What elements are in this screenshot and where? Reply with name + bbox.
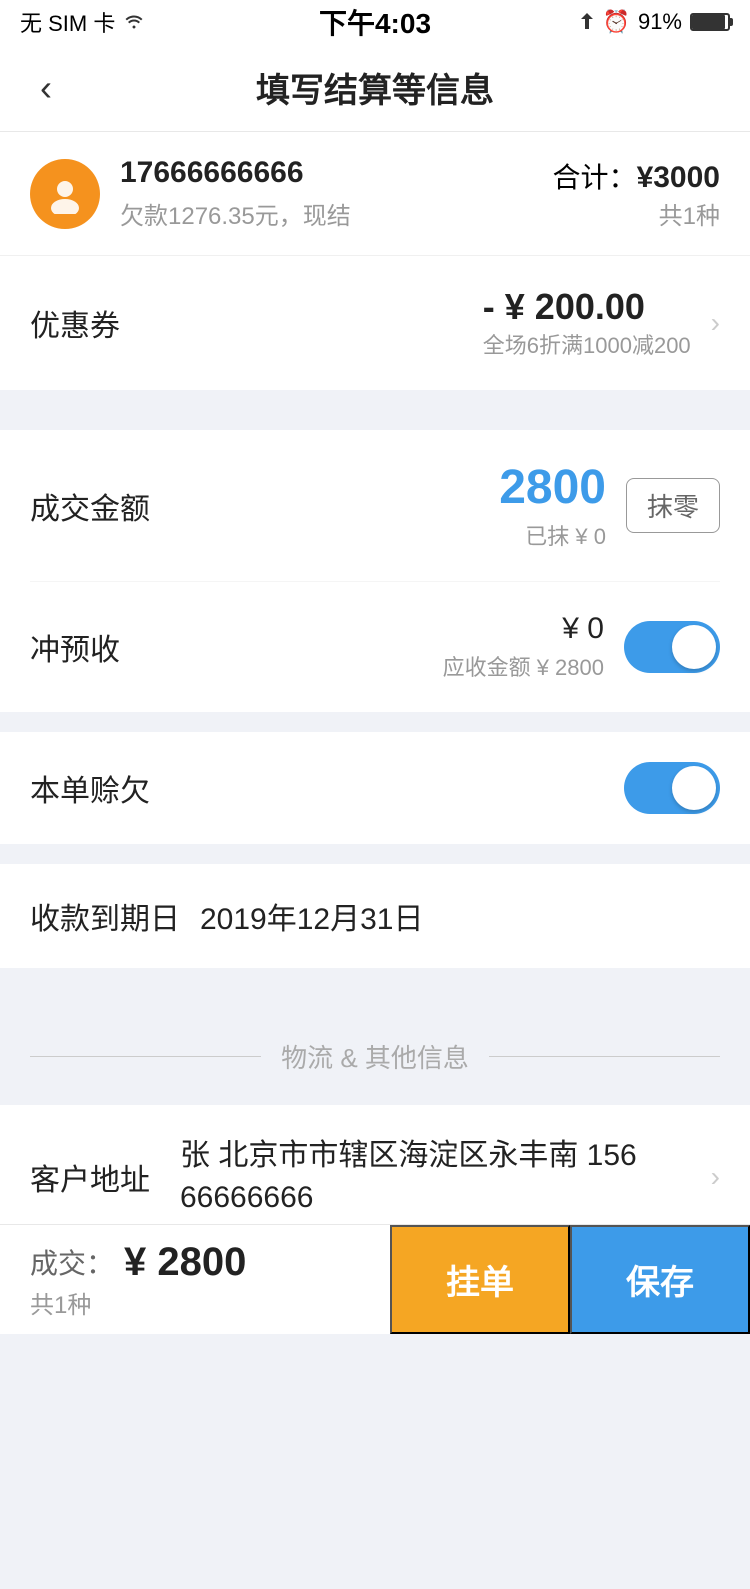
hang-order-button[interactable]: 挂单: [390, 1225, 570, 1334]
address-chevron-icon: ›: [711, 1161, 720, 1193]
coupon-right: - ¥ 200.00 全场6折满1000减200 ›: [483, 286, 720, 360]
header-line-right: [489, 1056, 720, 1057]
debt-section: 本单赊欠: [0, 732, 750, 844]
deal-amount-label: 成交金额: [30, 484, 150, 528]
prepay-label: 冲预收: [30, 625, 120, 669]
debt-row: 本单赊欠: [0, 732, 750, 844]
location-icon: [579, 9, 595, 35]
amount-section: 成交金额 2800 已抹 ¥ 0 抹零 冲预收 ¥ 0 应收金额 ¥ 2800: [0, 430, 750, 712]
separator-1: [0, 410, 750, 430]
wifi-icon: [123, 9, 145, 35]
battery-percent: 91%: [638, 9, 682, 35]
deal-amount-value: 2800: [499, 460, 606, 515]
customer-info: 17666666666 欠款1276.35元，现结: [120, 156, 351, 231]
nav-bar: ‹ 填写结算等信息: [0, 44, 750, 132]
debt-label: 本单赊欠: [30, 766, 150, 810]
status-time: 下午4:03: [319, 2, 431, 42]
bottom-info: 成交： ¥ 2800 共1种: [0, 1240, 390, 1320]
deal-amount-right: 2800 已抹 ¥ 0 抹零: [499, 460, 720, 551]
back-button[interactable]: ‹: [30, 57, 62, 119]
toggle-knob: [672, 625, 716, 669]
deal-amount-row: 成交金额 2800 已抹 ¥ 0 抹零: [30, 430, 720, 582]
bottom-count: 共1种: [30, 1285, 360, 1320]
customer-left: 17666666666 欠款1276.35元，现结: [30, 156, 351, 231]
deal-amount-value-wrap: 2800 已抹 ¥ 0: [499, 460, 606, 551]
alarm-icon: ⏰: [603, 9, 630, 35]
bottom-deal-value: ¥ 2800: [124, 1240, 246, 1285]
total-count: 共1种: [553, 196, 720, 231]
main-content: 17666666666 欠款1276.35元，现结 合计：¥3000 共1种 优…: [0, 132, 750, 1589]
customer-card: 17666666666 欠款1276.35元，现结 合计：¥3000 共1种 优…: [0, 132, 750, 390]
chevron-right-icon: ›: [711, 307, 720, 339]
customer-sub: 欠款1276.35元，现结: [120, 196, 351, 231]
bottom-deal-row: 成交： ¥ 2800: [30, 1240, 360, 1285]
status-right: ⏰ 91%: [579, 9, 730, 35]
address-label: 客户地址: [30, 1155, 150, 1199]
total-label-value: 合计：¥3000: [553, 156, 720, 196]
header-line-left: [30, 1056, 261, 1057]
status-left: 无 SIM 卡: [20, 6, 145, 38]
deal-amount-sub: 已抹 ¥ 0: [499, 519, 606, 551]
due-date-card: 收款到期日 2019年12月31日: [0, 864, 750, 968]
due-date-value: 2019年12月31日: [200, 894, 423, 938]
customer-total: 合计：¥3000 共1种: [553, 156, 720, 231]
debt-toggle[interactable]: [624, 762, 720, 814]
address-value: 张 北京市市辖区海淀区永丰南 156 66666666: [180, 1135, 701, 1219]
page-title: 填写结算等信息: [256, 63, 494, 112]
due-date-row: 收款到期日 2019年12月31日: [0, 864, 750, 968]
avatar: [30, 159, 100, 229]
prepay-right: ¥ 0 应收金额 ¥ 2800: [443, 612, 720, 682]
total-label: 合计：: [553, 162, 637, 193]
prepay-value-wrap: ¥ 0 应收金额 ¥ 2800: [443, 612, 604, 682]
prepay-sub: 应收金额 ¥ 2800: [443, 650, 604, 682]
separator-2: [0, 712, 750, 732]
customer-phone: 17666666666: [120, 156, 351, 190]
coupon-info: - ¥ 200.00 全场6折满1000减200: [483, 286, 691, 360]
total-value: ¥3000: [637, 161, 720, 194]
status-bar: 无 SIM 卡 下午4:03 ⏰ 91%: [0, 0, 750, 44]
battery-icon: [690, 13, 730, 31]
save-button[interactable]: 保存: [570, 1225, 750, 1334]
round-button[interactable]: 抹零: [626, 478, 720, 533]
coupon-discount: - ¥ 200.00: [483, 286, 691, 328]
coupon-label: 优惠券: [30, 301, 120, 345]
no-sim-text: 无 SIM 卡: [20, 6, 115, 38]
due-date-label: 收款到期日: [30, 894, 180, 938]
bottom-deal-label: 成交：: [30, 1242, 114, 1282]
prepay-value: ¥ 0: [443, 612, 604, 646]
bottom-bar: 成交： ¥ 2800 共1种 挂单 保存: [0, 1224, 750, 1334]
logistics-title: 物流 & 其他信息: [281, 1038, 469, 1075]
debt-toggle-knob: [672, 766, 716, 810]
separator-3: [0, 988, 750, 1008]
coupon-row[interactable]: 优惠券 - ¥ 200.00 全场6折满1000减200 ›: [0, 255, 750, 390]
logistics-header: 物流 & 其他信息: [0, 1008, 750, 1105]
prepay-toggle[interactable]: [624, 621, 720, 673]
prepay-row: 冲预收 ¥ 0 应收金额 ¥ 2800: [30, 582, 720, 712]
coupon-desc: 全场6折满1000减200: [483, 328, 691, 360]
